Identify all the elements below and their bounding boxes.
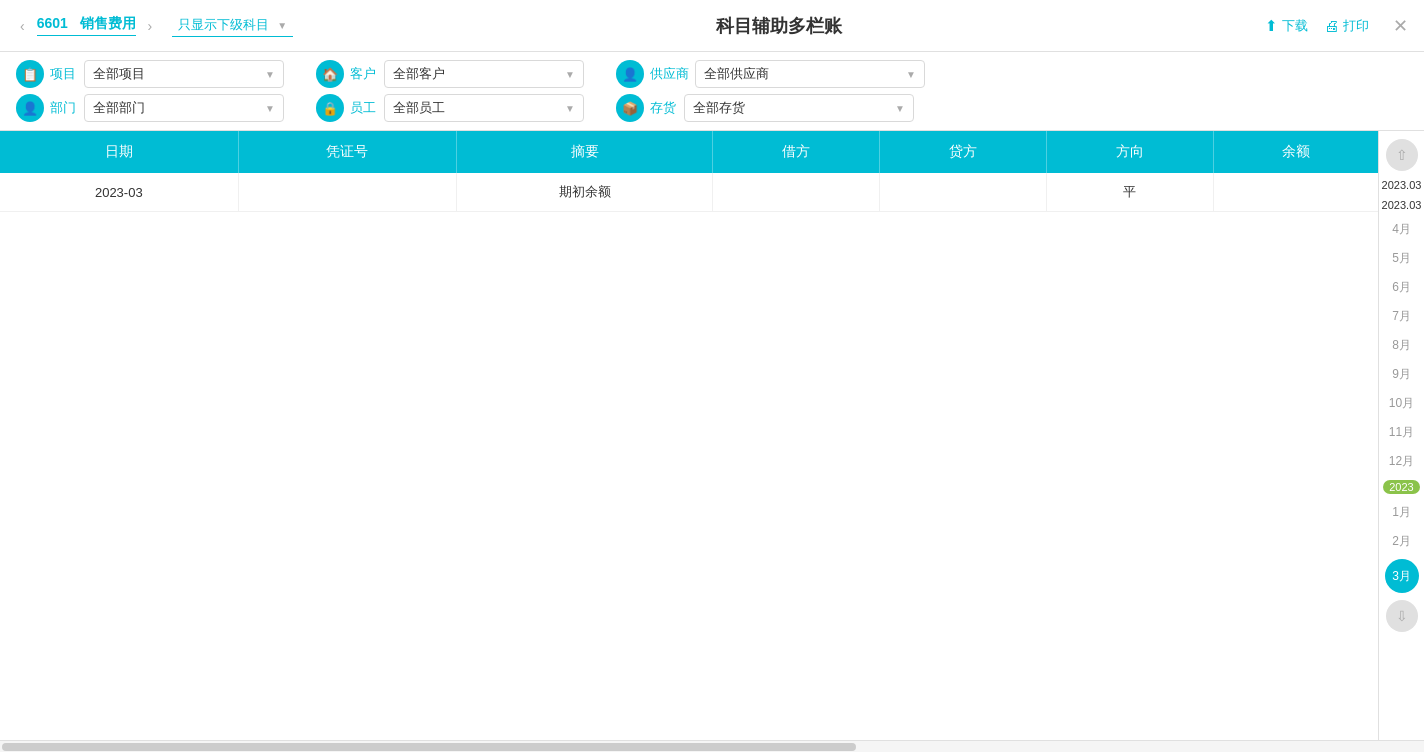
cell-voucher bbox=[238, 173, 457, 212]
month-6[interactable]: 6月 bbox=[1379, 273, 1424, 302]
filter-inventory: 📦 存货 全部存货 ▼ bbox=[616, 94, 914, 122]
department-chevron-icon: ▼ bbox=[265, 103, 275, 114]
filter-area: 📋 项目 全部项目 ▼ 🏠 客户 全部客户 ▼ 👤 供应商 bbox=[0, 52, 1424, 131]
print-icon: 🖨 bbox=[1324, 17, 1339, 34]
inventory-select[interactable]: 全部存货 ▼ bbox=[684, 94, 914, 122]
supplier-select[interactable]: 全部供应商 ▼ bbox=[695, 60, 925, 88]
month-8[interactable]: 8月 bbox=[1379, 331, 1424, 360]
top-bar: ‹ 6601 销售费用 › 只显示下级科目 ▼ 科目辅助多栏账 ⬆ 下载 🖨 打… bbox=[0, 0, 1424, 52]
top-actions: ⬆ 下载 🖨 打印 ✕ bbox=[1265, 15, 1408, 37]
project-select[interactable]: 全部项目 ▼ bbox=[84, 60, 284, 88]
inventory-chevron-icon: ▼ bbox=[895, 103, 905, 114]
next-account-arrow[interactable]: › bbox=[144, 16, 157, 36]
supplier-chevron-icon: ▼ bbox=[906, 69, 916, 80]
customer-label: 客户 bbox=[350, 65, 378, 83]
table-header-row: 日期 凭证号 摘要 借方 贷方 方向 余额 bbox=[0, 131, 1378, 173]
employee-label: 员工 bbox=[350, 99, 378, 117]
prev-account-arrow[interactable]: ‹ bbox=[16, 16, 29, 36]
sidebar-up-button[interactable]: ⇧ bbox=[1386, 139, 1418, 171]
department-label: 部门 bbox=[50, 99, 78, 117]
period-header-1: 2023.03 bbox=[1379, 175, 1424, 195]
col-debit: 借方 bbox=[713, 131, 880, 173]
customer-icon: 🏠 bbox=[316, 60, 344, 88]
month-3-selected[interactable]: 3月 bbox=[1385, 559, 1419, 593]
project-chevron-icon: ▼ bbox=[265, 69, 275, 80]
cell-credit bbox=[879, 173, 1046, 212]
col-voucher: 凭证号 bbox=[238, 131, 457, 173]
month-3-container: 3月 bbox=[1379, 559, 1424, 593]
cell-summary: 期初余额 bbox=[457, 173, 713, 212]
filter-row-1: 📋 项目 全部项目 ▼ 🏠 客户 全部客户 ▼ 👤 供应商 bbox=[16, 60, 1408, 88]
bottom-scrollbar[interactable] bbox=[0, 740, 1424, 752]
ledger-table: 日期 凭证号 摘要 借方 贷方 方向 余额 2023-03 期初余额 平 bbox=[0, 131, 1378, 212]
month-4[interactable]: 4月 bbox=[1379, 215, 1424, 244]
sidebar-down-button[interactable]: ⇩ bbox=[1386, 600, 1418, 632]
page-title: 科目辅助多栏账 bbox=[301, 14, 1257, 38]
download-button[interactable]: ⬆ 下载 bbox=[1265, 17, 1308, 35]
supplier-label: 供应商 bbox=[650, 65, 689, 83]
show-sub-button[interactable]: 只显示下级科目 ▼ bbox=[172, 14, 293, 37]
filter-employee: 🔒 员工 全部员工 ▼ bbox=[316, 94, 584, 122]
inventory-label: 存货 bbox=[650, 99, 678, 117]
department-select[interactable]: 全部部门 ▼ bbox=[84, 94, 284, 122]
month-10[interactable]: 10月 bbox=[1379, 389, 1424, 418]
employee-select[interactable]: 全部员工 ▼ bbox=[384, 94, 584, 122]
download-icon: ⬆ bbox=[1265, 17, 1278, 35]
table-row[interactable]: 2023-03 期初余额 平 bbox=[0, 173, 1378, 212]
supplier-icon: 👤 bbox=[616, 60, 644, 88]
cell-balance bbox=[1213, 173, 1378, 212]
department-icon: 👤 bbox=[16, 94, 44, 122]
col-summary: 摘要 bbox=[457, 131, 713, 173]
month-7[interactable]: 7月 bbox=[1379, 302, 1424, 331]
period-header-2: 2023.03 bbox=[1379, 195, 1424, 215]
col-direction: 方向 bbox=[1046, 131, 1213, 173]
month-1[interactable]: 1月 bbox=[1379, 498, 1424, 527]
chevron-down-icon: ▼ bbox=[277, 20, 287, 31]
month-9[interactable]: 9月 bbox=[1379, 360, 1424, 389]
month-11[interactable]: 11月 bbox=[1379, 418, 1424, 447]
account-code[interactable]: 6601 销售费用 bbox=[37, 15, 136, 36]
col-balance: 余额 bbox=[1213, 131, 1378, 173]
project-label: 项目 bbox=[50, 65, 78, 83]
scrollbar-thumb bbox=[2, 743, 856, 751]
employee-icon: 🔒 bbox=[316, 94, 344, 122]
customer-chevron-icon: ▼ bbox=[565, 69, 575, 80]
month-2[interactable]: 2月 bbox=[1379, 527, 1424, 556]
filter-department: 👤 部门 全部部门 ▼ bbox=[16, 94, 284, 122]
right-sidebar: ⇧ 2023.03 2023.03 4月 5月 6月 7月 8月 9月 10月 … bbox=[1378, 131, 1424, 740]
filter-project: 📋 项目 全部项目 ▼ bbox=[16, 60, 284, 88]
close-button[interactable]: ✕ bbox=[1393, 15, 1408, 37]
main-window: ‹ 6601 销售费用 › 只显示下级科目 ▼ 科目辅助多栏账 ⬆ 下载 🖨 打… bbox=[0, 0, 1424, 752]
filter-row-2: 👤 部门 全部部门 ▼ 🔒 员工 全部员工 ▼ 📦 存货 bbox=[16, 94, 1408, 122]
cell-direction: 平 bbox=[1046, 173, 1213, 212]
month-12[interactable]: 12月 bbox=[1379, 447, 1424, 476]
cell-date: 2023-03 bbox=[0, 173, 238, 212]
filter-customer: 🏠 客户 全部客户 ▼ bbox=[316, 60, 584, 88]
col-credit: 贷方 bbox=[879, 131, 1046, 173]
year-badge-2023[interactable]: 2023 bbox=[1383, 480, 1419, 494]
print-button[interactable]: 🖨 打印 bbox=[1324, 17, 1369, 35]
project-icon: 📋 bbox=[16, 60, 44, 88]
table-container[interactable]: 日期 凭证号 摘要 借方 贷方 方向 余额 2023-03 期初余额 平 bbox=[0, 131, 1378, 740]
col-date: 日期 bbox=[0, 131, 238, 173]
filter-supplier: 👤 供应商 全部供应商 ▼ bbox=[616, 60, 925, 88]
employee-chevron-icon: ▼ bbox=[565, 103, 575, 114]
main-area: 日期 凭证号 摘要 借方 贷方 方向 余额 2023-03 期初余额 平 ⇧ 202… bbox=[0, 131, 1424, 740]
month-5[interactable]: 5月 bbox=[1379, 244, 1424, 273]
inventory-icon: 📦 bbox=[616, 94, 644, 122]
customer-select[interactable]: 全部客户 ▼ bbox=[384, 60, 584, 88]
cell-debit bbox=[713, 173, 880, 212]
